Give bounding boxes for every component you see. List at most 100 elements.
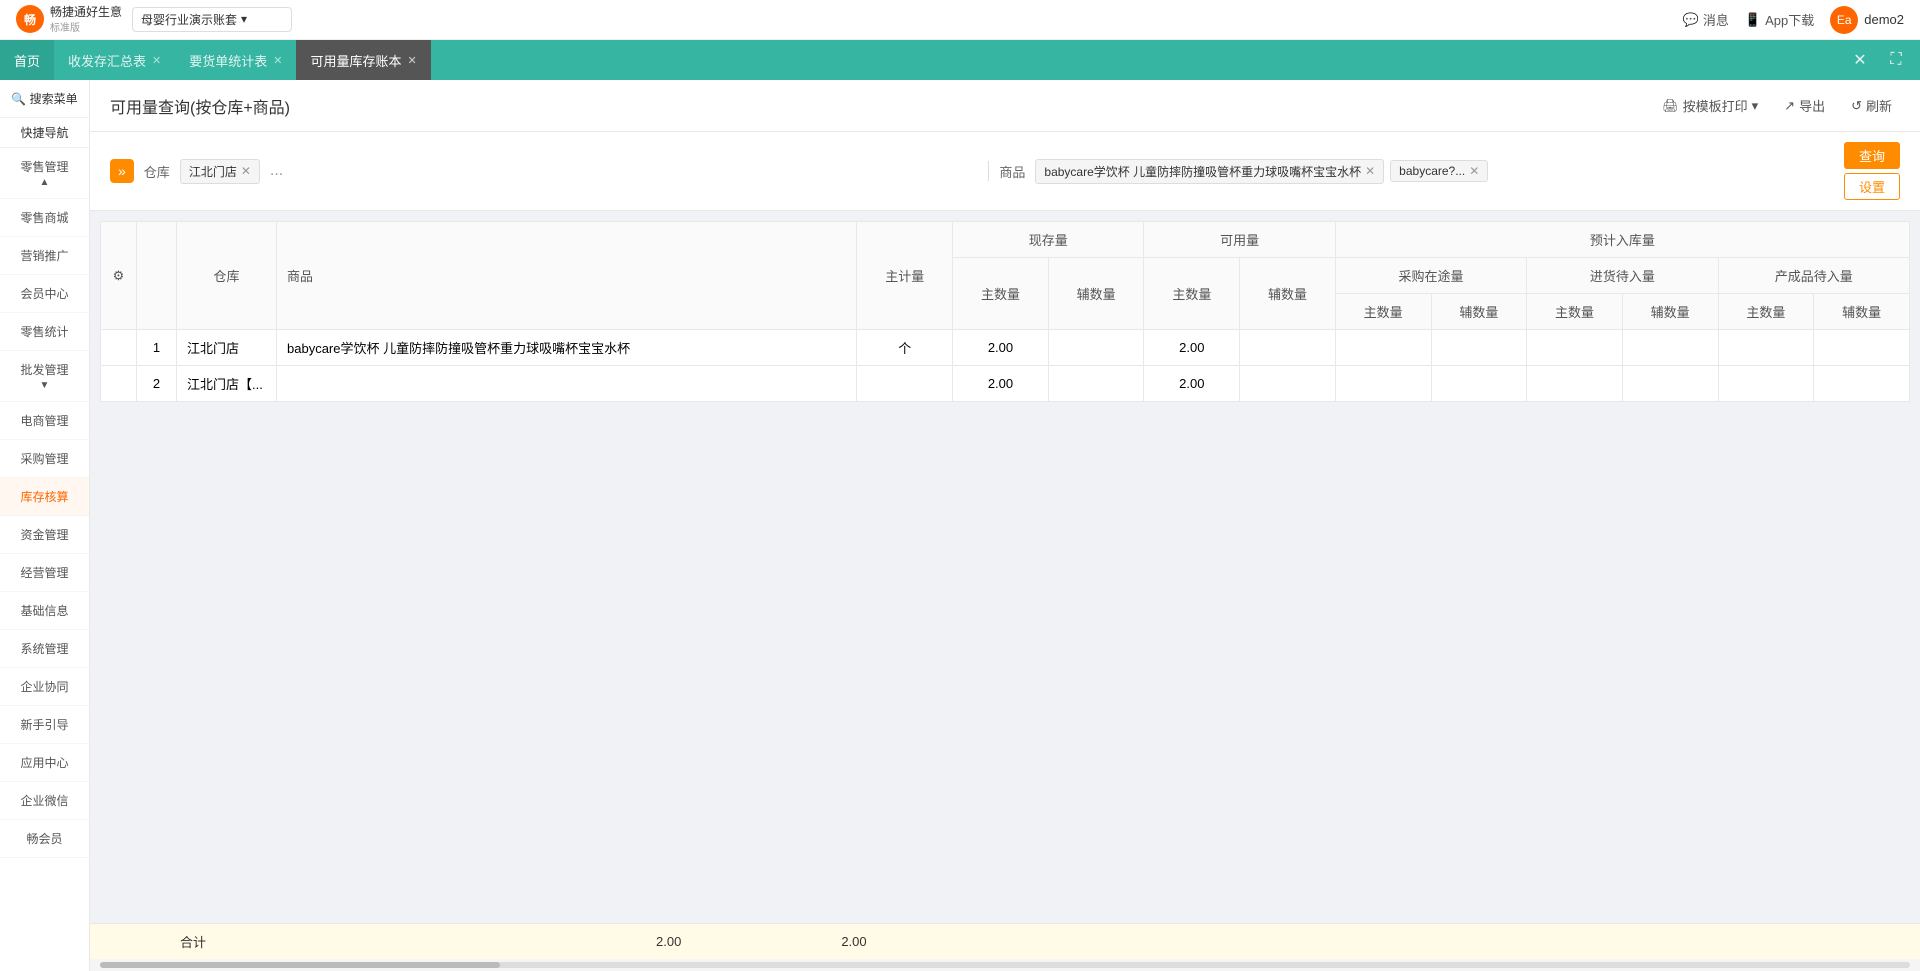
table-row: 2 江北门店【... 2.00 2.00: [101, 366, 1910, 402]
sidebar-item-retail-mgmt[interactable]: 零售管理 ▲: [0, 148, 89, 199]
product-tag-2-remove[interactable]: ✕: [1469, 164, 1479, 178]
tab-available-stock-close[interactable]: ✕: [408, 54, 417, 67]
chevron-down-icon: ▾: [241, 12, 247, 26]
refresh-icon: ↺: [1851, 98, 1862, 114]
table-wrapper: ⚙ 仓库 商品 主计量 现存量 可用量 预计入库量 主数量 辅数量 主数量: [90, 211, 1920, 923]
row1-pt-aux: [1431, 330, 1527, 366]
row1-ip-main: [1527, 330, 1623, 366]
data-table: ⚙ 仓库 商品 主计量 现存量 可用量 预计入库量 主数量 辅数量 主数量: [100, 221, 1910, 402]
pp-aux-header: 辅数量: [1814, 294, 1910, 330]
sidebar-item-member-center[interactable]: 会员中心: [0, 275, 89, 313]
sidebar-item-purchase[interactable]: 采购管理: [0, 440, 89, 478]
app-download-button[interactable]: 📱 App下载: [1745, 10, 1814, 29]
product-tag-1-remove[interactable]: ✕: [1365, 164, 1375, 178]
scroll-track[interactable]: [100, 962, 1910, 968]
user-area[interactable]: Ea demo2: [1830, 6, 1904, 34]
row1-current-aux: [1048, 330, 1144, 366]
sidebar-item-retail-mall[interactable]: 零售商城: [0, 199, 89, 237]
tab-receive-send[interactable]: 收发存汇总表 ✕: [54, 40, 175, 80]
available-aux-header: 辅数量: [1240, 258, 1336, 330]
industry-selector[interactable]: 母婴行业演示账套 ▾: [132, 7, 292, 32]
current-main-header: 主数量: [953, 258, 1049, 330]
message-icon: 💬: [1683, 12, 1699, 28]
sidebar-item-enterprise-wechat[interactable]: 企业微信: [0, 782, 89, 820]
sidebar-item-retail-stats[interactable]: 零售统计: [0, 313, 89, 351]
filter-toggle-button[interactable]: »: [110, 159, 134, 183]
query-button[interactable]: 查询: [1844, 142, 1900, 169]
table-header-row-1: ⚙ 仓库 商品 主计量 现存量 可用量 预计入库量: [101, 222, 1910, 258]
row1-available-aux: [1240, 330, 1336, 366]
mobile-icon: 📱: [1745, 12, 1761, 28]
warehouse-tag[interactable]: 江北门店 ✕: [180, 159, 260, 184]
row1-available-main: 2.00: [1144, 330, 1240, 366]
sidebar-item-new-guide[interactable]: 新手引导: [0, 706, 89, 744]
logo-text-area: 畅捷通好生意 标准版: [50, 5, 122, 34]
scroll-bar[interactable]: [90, 959, 1920, 971]
product-tag-2[interactable]: babycare?... ✕: [1390, 160, 1488, 182]
available-main-header: 主数量: [1144, 258, 1240, 330]
sidebar: 🔍 搜索菜单 快捷导航 零售管理 ▲ 零售商城 营销推广 会员中心 零售统计 批…: [0, 80, 90, 971]
page-title: 可用量查询(按仓库+商品): [110, 94, 290, 118]
row2-pt-main: [1335, 366, 1431, 402]
row1-num: 1: [137, 330, 177, 366]
row2-product: [277, 366, 857, 402]
sidebar-item-finance[interactable]: 资金管理: [0, 516, 89, 554]
tab-order-stats[interactable]: 要货单统计表 ✕: [175, 40, 296, 80]
sidebar-item-inventory[interactable]: 库存核算: [0, 478, 89, 516]
row2-pp-aux: [1814, 366, 1910, 402]
product-pending-header: 产成品待入量: [1718, 258, 1909, 294]
row1-pp-aux: [1814, 330, 1910, 366]
sidebar-item-marketing[interactable]: 营销推广: [0, 237, 89, 275]
pt-aux-header: 辅数量: [1431, 294, 1527, 330]
footer-available-main: 2.00: [841, 934, 866, 949]
message-button[interactable]: 💬 消息: [1683, 10, 1729, 29]
refresh-button[interactable]: ↺ 刷新: [1843, 92, 1900, 119]
footer-current-main: 2.00: [656, 934, 681, 949]
settings-icon[interactable]: ⚙: [113, 268, 125, 283]
sidebar-item-basic-info[interactable]: 基础信息: [0, 592, 89, 630]
row1-warehouse: 江北门店: [177, 330, 277, 366]
row1-ip-aux: [1622, 330, 1718, 366]
row1-current-main: 2.00: [953, 330, 1049, 366]
print-icon: 🖨: [1662, 98, 1679, 114]
main-layout: 🔍 搜索菜单 快捷导航 零售管理 ▲ 零售商城 营销推广 会员中心 零售统计 批…: [0, 80, 1920, 971]
content-area: 可用量查询(按仓库+商品) 🖨 按模板打印 ▾ ↗ 导出 ↺ 刷新 »: [90, 80, 1920, 971]
footer-label: 合计: [180, 932, 206, 951]
close-all-icon[interactable]: ✕: [1846, 46, 1874, 74]
export-icon: ↗: [1784, 98, 1795, 114]
tab-order-stats-close[interactable]: ✕: [273, 54, 282, 67]
sidebar-item-ecommerce[interactable]: 电商管理: [0, 402, 89, 440]
scroll-thumb[interactable]: [100, 962, 500, 968]
sidebar-search[interactable]: 🔍 搜索菜单: [0, 80, 89, 118]
sidebar-quick-nav[interactable]: 快捷导航: [0, 118, 89, 148]
tab-home[interactable]: 首页: [0, 40, 54, 80]
sidebar-item-vip-member[interactable]: 畅会员: [0, 820, 89, 858]
sidebar-item-wholesale-mgmt[interactable]: 批发管理 ▼: [0, 351, 89, 402]
print-button[interactable]: 🖨 按模板打印 ▾: [1654, 92, 1766, 119]
avatar: Ea: [1830, 6, 1858, 34]
product-tag-1[interactable]: babycare学饮杯 儿童防摔防撞吸管杯重力球吸嘴杯宝宝水杯 ✕: [1035, 159, 1384, 184]
filter-divider: [988, 161, 989, 181]
header-actions: 🖨 按模板打印 ▾ ↗ 导出 ↺ 刷新: [1654, 92, 1900, 119]
sidebar-item-operations[interactable]: 经营管理: [0, 554, 89, 592]
export-button[interactable]: ↗ 导出: [1776, 92, 1833, 119]
row2-pt-aux: [1431, 366, 1527, 402]
row2-current-aux: [1048, 366, 1144, 402]
user-name: demo2: [1864, 12, 1904, 27]
sidebar-item-system[interactable]: 系统管理: [0, 630, 89, 668]
fullscreen-icon[interactable]: ⛶: [1882, 46, 1910, 74]
warehouse-tag-remove[interactable]: ✕: [241, 164, 251, 178]
tab-bar-right: ✕ ⛶: [1846, 46, 1920, 74]
filter-more-dots[interactable]: ...: [266, 162, 287, 180]
chevron-icon: ▲: [40, 177, 50, 188]
setting-button[interactable]: 设置: [1844, 173, 1900, 200]
warehouse-col-header: 仓库: [177, 222, 277, 330]
tab-receive-send-close[interactable]: ✕: [152, 54, 161, 67]
purchase-transit-header: 采购在途量: [1335, 258, 1526, 294]
row2-num: 2: [137, 366, 177, 402]
sidebar-item-app-center[interactable]: 应用中心: [0, 744, 89, 782]
logo-icon: 畅: [16, 5, 44, 33]
tab-available-stock[interactable]: 可用量库存账本 ✕: [296, 40, 430, 80]
sidebar-item-enterprise[interactable]: 企业协同: [0, 668, 89, 706]
row2-settings: [101, 366, 137, 402]
